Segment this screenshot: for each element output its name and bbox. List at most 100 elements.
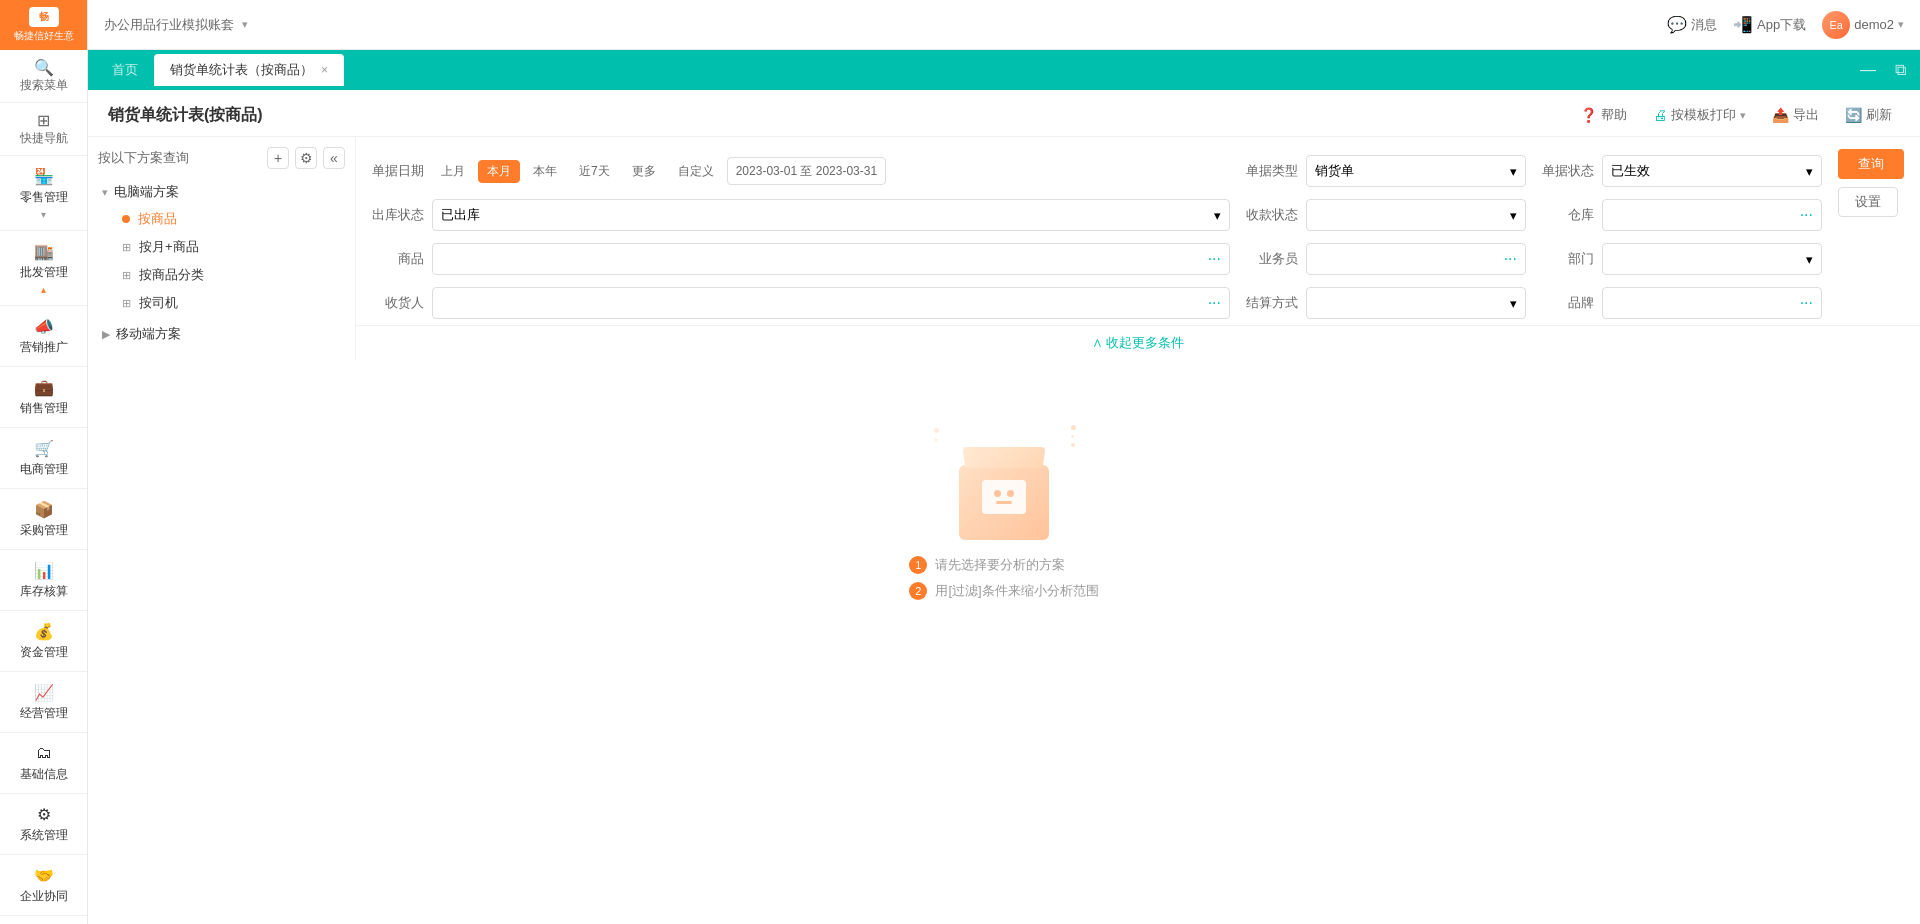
sidebar-item-operation[interactable]: 📈 经营管理 xyxy=(0,672,87,733)
sidebar-item-system[interactable]: ⚙ 系统管理 xyxy=(0,794,87,855)
scheme-item-driver[interactable]: ⊞ 按司机 xyxy=(98,289,345,317)
scheme-label: 按以下方案查询 xyxy=(98,149,189,167)
brand-dots-icon[interactable]: ··· xyxy=(1800,294,1813,312)
logo-icon: 畅 xyxy=(29,7,59,27)
sidebar-purchase-label: 采购管理 xyxy=(20,522,68,539)
refresh-btn[interactable]: 🔄 刷新 xyxy=(1837,102,1900,128)
empty-hint-2: 2 用[过滤]条件来缩小分析范围 xyxy=(909,582,1098,600)
warehouse-dots-icon[interactable]: ··· xyxy=(1800,206,1813,224)
scheme-settings-btn[interactable]: ⚙ xyxy=(295,147,317,169)
tab-close-icon[interactable]: × xyxy=(321,63,328,77)
collapse-row[interactable]: ∧ 收起更多条件 xyxy=(356,325,1920,360)
scheme-collapse-btn[interactable]: « xyxy=(323,147,345,169)
month-goods-icon: ⊞ xyxy=(122,241,131,254)
sidebar-item-newguide[interactable]: 🌟 新手引导 xyxy=(0,916,87,924)
tab-minimize-btn[interactable]: — xyxy=(1856,58,1880,82)
goods-input[interactable]: ··· xyxy=(432,243,1230,275)
dept-label: 部门 xyxy=(1542,250,1602,268)
sidebar-item-basic[interactable]: 🗂 基础信息 xyxy=(0,733,87,794)
date-custom[interactable]: 自定义 xyxy=(669,160,723,183)
outstatus-label: 出库状态 xyxy=(372,206,432,224)
paystatus-select[interactable]: ▾ xyxy=(1306,199,1526,231)
payment-select[interactable]: ▾ xyxy=(1306,287,1526,319)
sidebar-item-purchase[interactable]: 📦 采购管理 xyxy=(0,489,87,550)
user-name: demo2 xyxy=(1854,17,1894,32)
messages-btn[interactable]: 💬 消息 xyxy=(1667,15,1717,34)
active-dot xyxy=(122,215,130,223)
sidebar-item-marketing[interactable]: 📣 营销推广 xyxy=(0,306,87,367)
filter-cell-salesman: 业务员 ··· xyxy=(1246,243,1526,275)
brand-input[interactable]: ··· xyxy=(1602,287,1822,319)
sidebar-item-inventory[interactable]: 📊 库存核算 xyxy=(0,550,87,611)
receiver-input[interactable]: ··· xyxy=(432,287,1230,319)
goods-dots-icon[interactable]: ··· xyxy=(1208,250,1221,268)
system-icon: ⚙ xyxy=(34,804,54,824)
date-this-month[interactable]: 本月 xyxy=(478,160,520,183)
tab-sales-stat-label: 销货单统计表（按商品） xyxy=(170,61,313,79)
sidebar-finance-label: 资金管理 xyxy=(20,644,68,661)
export-btn[interactable]: 📤 导出 xyxy=(1764,102,1827,128)
sidebar-item-retail[interactable]: 🏪 零售管理 ▾ xyxy=(0,156,87,231)
setting-btn[interactable]: 设置 xyxy=(1838,187,1898,217)
query-btn[interactable]: 查询 xyxy=(1838,149,1904,179)
scheme-item-goods-category[interactable]: ⊞ 按商品分类 xyxy=(98,261,345,289)
app-download-btn[interactable]: 📲 App下载 xyxy=(1733,15,1806,34)
scheme-item-month-goods[interactable]: ⊞ 按月+商品 xyxy=(98,233,345,261)
tab-bar: 首页 销货单统计表（按商品） × — ⧉ xyxy=(88,50,1920,90)
filter-cell-status: 单据状态 已生效 ▾ xyxy=(1542,155,1822,187)
scheme-by-goods-label: 按商品 xyxy=(138,210,177,228)
marketing-icon: 📣 xyxy=(34,316,54,336)
date-range-display[interactable]: 2023-03-01 至 2023-03-31 xyxy=(727,157,886,185)
help-btn[interactable]: ❓ 帮助 xyxy=(1572,102,1635,128)
sidebar-search[interactable]: 🔍 搜索菜单 xyxy=(0,50,87,103)
scheme-category-pc-header[interactable]: ▾ 电脑端方案 xyxy=(98,179,345,205)
type-select[interactable]: 销货单 ▾ xyxy=(1306,155,1526,187)
dept-select[interactable]: ▾ xyxy=(1602,243,1822,275)
tab-maximize-btn[interactable]: ⧉ xyxy=(1888,58,1912,82)
brand-label: 品牌 xyxy=(1542,294,1602,312)
scheme-item-by-goods[interactable]: 按商品 xyxy=(98,205,345,233)
type-dropdown-icon: ▾ xyxy=(1510,164,1517,179)
sidebar-inventory-label: 库存核算 xyxy=(20,583,68,600)
sidebar-ecommerce-label: 电商管理 xyxy=(20,461,68,478)
sidebar-search-label: 搜索菜单 xyxy=(6,77,81,94)
status-select[interactable]: 已生效 ▾ xyxy=(1602,155,1822,187)
user-menu-btn[interactable]: Ea demo2 ▾ xyxy=(1822,11,1904,39)
salesman-dots-icon[interactable]: ··· xyxy=(1504,250,1517,268)
date-last-month[interactable]: 上月 xyxy=(432,160,474,183)
date-7days[interactable]: 近7天 xyxy=(570,160,619,183)
sidebar-item-enterprise[interactable]: 🤝 企业协同 xyxy=(0,855,87,916)
hint-num-2: 2 xyxy=(909,582,927,600)
scheme-add-btn[interactable]: + xyxy=(267,147,289,169)
inventory-icon: 📊 xyxy=(34,560,54,580)
filter-cell-date: 单据日期 上月 本月 本年 近7天 更多 自定义 xyxy=(372,155,1230,187)
sidebar-item-finance[interactable]: 💰 资金管理 xyxy=(0,611,87,672)
tab-home-label: 首页 xyxy=(112,61,138,79)
date-more[interactable]: 更多 xyxy=(623,160,665,183)
tab-sales-stat[interactable]: 销货单统计表（按商品） × xyxy=(154,54,344,86)
warehouse-input[interactable]: ··· xyxy=(1602,199,1822,231)
pc-category-label: 电脑端方案 xyxy=(114,183,179,201)
header-right: 💬 消息 📲 App下载 Ea demo2 ▾ xyxy=(1667,11,1904,39)
payment-dropdown-icon: ▾ xyxy=(1510,296,1517,311)
date-label: 单据日期 xyxy=(372,162,432,180)
date-this-year[interactable]: 本年 xyxy=(524,160,566,183)
salesman-input[interactable]: ··· xyxy=(1306,243,1526,275)
help-icon: ❓ xyxy=(1580,107,1597,123)
tab-home[interactable]: 首页 xyxy=(96,54,154,86)
print-btn[interactable]: 🖨 按模板打印 ▾ xyxy=(1645,102,1754,128)
receiver-label: 收货人 xyxy=(372,294,432,312)
sidebar-item-sales[interactable]: 💼 销售管理 xyxy=(0,367,87,428)
outstatus-select[interactable]: 已出库 ▾ xyxy=(432,199,1230,231)
sidebar-system-label: 系统管理 xyxy=(20,827,68,844)
sidebar-item-ecommerce[interactable]: 🛒 电商管理 xyxy=(0,428,87,489)
sidebar-item-wholesale[interactable]: 🏬 批发管理 ▴ xyxy=(0,231,87,306)
industry-dropdown-icon[interactable]: ▾ xyxy=(242,18,248,31)
sidebar-quick-nav[interactable]: ⊞ 快捷导航 xyxy=(0,103,87,156)
scheme-category-mobile-header[interactable]: ▶ 移动端方案 xyxy=(98,321,345,347)
page-inner: 销货单统计表(按商品) ❓ 帮助 🖨 按模板打印 ▾ 📤 导出 xyxy=(88,90,1920,924)
receiver-dots-icon[interactable]: ··· xyxy=(1208,294,1221,312)
main-area: 办公用品行业模拟账套 ▾ 💬 消息 📲 App下载 Ea demo2 ▾ 首页 … xyxy=(88,0,1920,924)
sparks-right xyxy=(1071,425,1076,447)
scheme-driver-label: 按司机 xyxy=(139,294,178,312)
